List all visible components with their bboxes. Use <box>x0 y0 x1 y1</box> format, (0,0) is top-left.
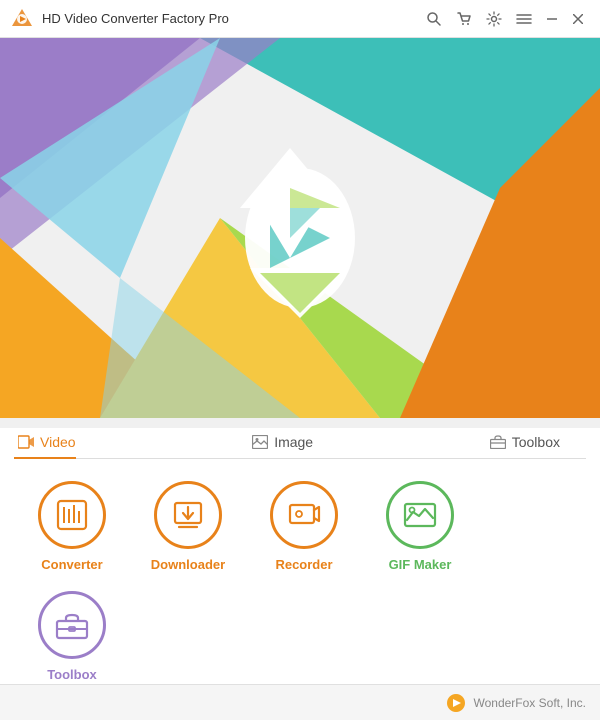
hero-banner <box>0 38 600 428</box>
gif-maker-label: GIF Maker <box>389 557 452 572</box>
settings-icon[interactable] <box>486 11 502 27</box>
title-controls <box>426 11 532 27</box>
window-controls <box>540 7 590 31</box>
tab-video-label: Video <box>40 434 76 450</box>
toolbox-tab-icon <box>490 435 506 449</box>
downloader-icon <box>154 481 222 549</box>
tab-separator-1 <box>92 429 249 459</box>
tab-video[interactable]: Video <box>14 428 92 458</box>
converter-label: Converter <box>41 557 102 572</box>
footer-company-text: WonderFox Soft, Inc. <box>474 696 587 710</box>
image-tab-icon <box>252 435 268 449</box>
tab-separator-2 <box>329 429 486 459</box>
cart-icon[interactable] <box>456 11 472 27</box>
tabs-container: Video Image Toolbox <box>14 428 586 459</box>
toolbox-label: Toolbox <box>47 667 97 682</box>
content-area: Video Image Toolbox <box>0 428 600 713</box>
recorder-label: Recorder <box>275 557 332 572</box>
converter-tool[interactable]: Converter <box>14 471 130 581</box>
gif-maker-tool[interactable]: GIF Maker <box>362 471 478 581</box>
tab-toolbox-label: Toolbox <box>512 434 560 450</box>
search-icon[interactable] <box>426 11 442 27</box>
gif-maker-icon <box>386 481 454 549</box>
close-button[interactable] <box>566 7 590 31</box>
recorder-tool[interactable]: Recorder <box>246 471 362 581</box>
recorder-icon <box>270 481 338 549</box>
tools-grid: Converter Downloader <box>14 459 586 703</box>
downloader-label: Downloader <box>151 557 225 572</box>
app-title: HD Video Converter Factory Pro <box>42 11 426 26</box>
footer: WonderFox Soft, Inc. <box>0 684 600 720</box>
title-bar: HD Video Converter Factory Pro <box>0 0 600 38</box>
video-tab-icon <box>18 435 34 449</box>
downloader-tool[interactable]: Downloader <box>130 471 246 581</box>
tab-toolbox[interactable]: Toolbox <box>486 428 576 458</box>
wonderfox-logo-icon <box>446 693 466 713</box>
minimize-button[interactable] <box>540 7 564 31</box>
tab-image-label: Image <box>274 434 313 450</box>
tab-end-spacer <box>576 429 586 459</box>
toolbox-icon <box>38 591 106 659</box>
app-logo-icon <box>10 7 34 31</box>
toolbox-tool[interactable]: Toolbox <box>14 581 130 691</box>
tab-image[interactable]: Image <box>248 428 329 458</box>
converter-icon <box>38 481 106 549</box>
menu-icon[interactable] <box>516 11 532 27</box>
